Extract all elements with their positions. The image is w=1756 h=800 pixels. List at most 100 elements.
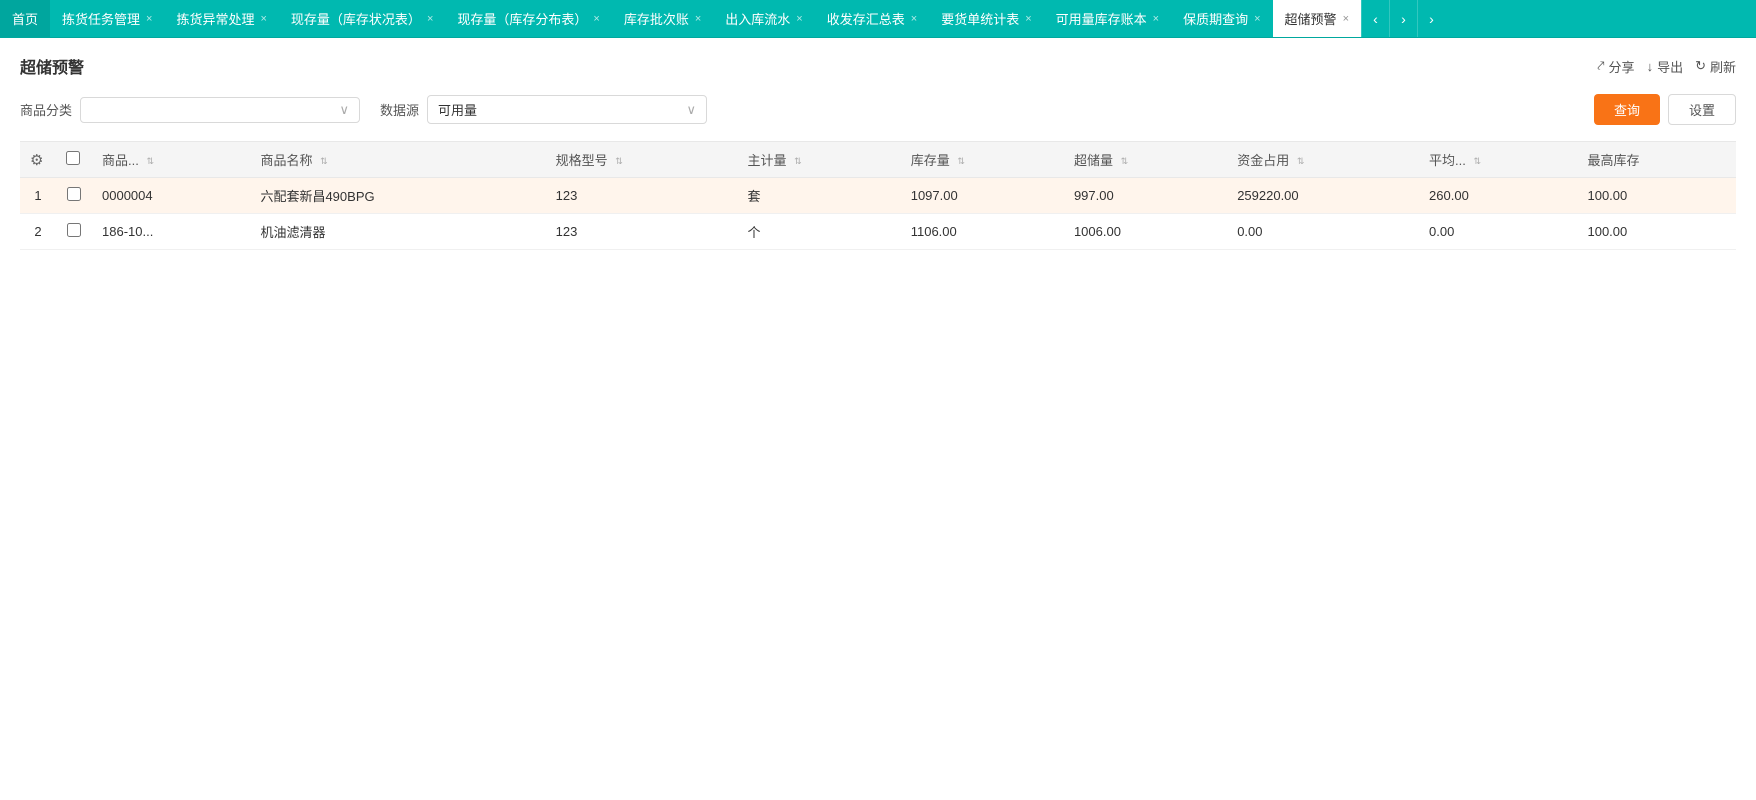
- th-avg-label: 平均...: [1429, 153, 1466, 168]
- nav-abnormal-label: 拣货异常处理: [176, 9, 254, 28]
- th-avg[interactable]: 平均... ⇅: [1419, 142, 1577, 178]
- row-capital-1: 259220.00: [1227, 178, 1419, 214]
- header-actions: ⤤ 分享 ↓ 导出 ↻ 刷新: [1597, 57, 1736, 76]
- nav-abnormal-close[interactable]: ×: [260, 13, 266, 25]
- refresh-icon: ↻: [1695, 58, 1706, 74]
- export-button[interactable]: ↓ 导出: [1647, 57, 1684, 76]
- nav-abnormal[interactable]: 拣货异常处理 ×: [164, 0, 278, 37]
- page-title: 超储预警: [20, 54, 84, 78]
- row-avg-1: 260.00: [1419, 178, 1577, 214]
- page-content: 超储预警 ⤤ 分享 ↓ 导出 ↻ 刷新 商品分类 ∨ 数据源: [0, 38, 1756, 800]
- sort-overstock-icon: ⇅: [1121, 157, 1129, 166]
- th-product-name[interactable]: 商品名称 ⇅: [250, 142, 545, 178]
- nav-collect-summary[interactable]: 收发存汇总表 ×: [815, 0, 929, 37]
- sort-product-code-icon: ⇅: [146, 157, 154, 166]
- page-header: 超储预警 ⤤ 分享 ↓ 导出 ↻ 刷新: [20, 54, 1736, 78]
- nav-arrow-left[interactable]: ‹: [1361, 0, 1389, 37]
- refresh-button[interactable]: ↻ 刷新: [1695, 57, 1736, 76]
- nav-quality-period-label: 保质期查询: [1183, 9, 1248, 28]
- th-spec[interactable]: 规格型号 ⇅: [546, 142, 738, 178]
- nav-order-stats-close[interactable]: ×: [1025, 13, 1031, 25]
- category-select[interactable]: ∨: [80, 97, 360, 123]
- th-stock[interactable]: 库存量 ⇅: [901, 142, 1064, 178]
- nav-task-mgmt[interactable]: 拣货任务管理 ×: [50, 0, 164, 37]
- sort-spec-icon: ⇅: [615, 157, 623, 166]
- nav-task-mgmt-label: 拣货任务管理: [62, 9, 140, 28]
- row-checkbox-input-2[interactable]: [67, 223, 81, 237]
- nav-overstock-warning-close[interactable]: ×: [1343, 13, 1349, 25]
- nav-inventory-dist-close[interactable]: ×: [593, 13, 599, 25]
- nav-inout-flow-label: 出入库流水: [725, 9, 790, 28]
- nav-task-mgmt-close[interactable]: ×: [146, 13, 152, 25]
- row-overstock-1: 997.00: [1064, 178, 1227, 214]
- category-filter-group: 商品分类 ∨: [20, 97, 360, 123]
- nav-arrow-right[interactable]: ›: [1389, 0, 1417, 37]
- nav-batch-label: 库存批次账: [624, 9, 689, 28]
- th-max-stock-label: 最高库存: [1587, 153, 1639, 168]
- filter-area: 商品分类 ∨ 数据源 可用量 ∨ 查询 设置: [20, 94, 1736, 125]
- settings-button[interactable]: 设置: [1668, 94, 1736, 125]
- nav-order-stats-label: 要货单统计表: [941, 9, 1019, 28]
- row-product-name-2: 机油滤清器: [250, 214, 545, 250]
- th-stock-label: 库存量: [911, 153, 950, 168]
- row-overstock-2: 1006.00: [1064, 214, 1227, 250]
- nav-collect-summary-label: 收发存汇总表: [827, 9, 905, 28]
- gear-icon[interactable]: ⚙: [30, 152, 43, 169]
- nav-available-stock-label: 可用量库存账本: [1056, 9, 1147, 28]
- filter-buttons: 查询 设置: [1594, 94, 1736, 125]
- nav-quality-period-close[interactable]: ×: [1254, 13, 1260, 25]
- nav-inventory-dist[interactable]: 现存量（库存分布表） ×: [445, 0, 611, 37]
- nav-home-label: 首页: [12, 9, 38, 28]
- nav-available-stock-close[interactable]: ×: [1153, 13, 1159, 25]
- data-table: ⚙ 商品... ⇅ 商品名称 ⇅ 规格型号 ⇅ 主计量: [20, 141, 1736, 250]
- datasource-select-value: 可用量: [438, 100, 477, 119]
- datasource-select[interactable]: 可用量 ∨: [427, 95, 707, 124]
- th-spec-label: 规格型号: [556, 153, 608, 168]
- nav-home[interactable]: 首页: [0, 0, 50, 37]
- category-label: 商品分类: [20, 100, 72, 119]
- th-unit[interactable]: 主计量 ⇅: [737, 142, 900, 178]
- row-checkbox-input-1[interactable]: [67, 187, 81, 201]
- row-number-2: 2: [20, 214, 56, 250]
- th-product-code[interactable]: 商品... ⇅: [92, 142, 250, 178]
- nav-inventory-status[interactable]: 现存量（库存状况表） ×: [279, 0, 445, 37]
- row-capital-2: 0.00: [1227, 214, 1419, 250]
- export-label: 导出: [1657, 57, 1683, 76]
- sort-avg-icon: ⇅: [1474, 157, 1482, 166]
- row-product-code-1: 0000004: [92, 178, 250, 214]
- nav-quality-period[interactable]: 保质期查询 ×: [1171, 0, 1272, 37]
- row-max-stock-2: 100.00: [1577, 214, 1736, 250]
- th-checkbox: [56, 142, 92, 178]
- select-all-checkbox[interactable]: [66, 151, 80, 165]
- row-product-code-2: 186-10...: [92, 214, 250, 250]
- sort-stock-icon: ⇅: [957, 157, 965, 166]
- th-max-stock[interactable]: 最高库存: [1577, 142, 1736, 178]
- th-product-code-label: 商品...: [102, 153, 139, 168]
- th-overstock[interactable]: 超储量 ⇅: [1064, 142, 1227, 178]
- share-icon: ⤤: [1597, 58, 1604, 74]
- datasource-label: 数据源: [380, 100, 419, 119]
- th-capital[interactable]: 资金占用 ⇅: [1227, 142, 1419, 178]
- datasource-filter-group: 数据源 可用量 ∨: [380, 95, 707, 124]
- category-chevron-icon: ∨: [340, 102, 350, 118]
- nav-batch-close[interactable]: ×: [695, 13, 701, 25]
- query-button[interactable]: 查询: [1594, 94, 1660, 125]
- row-checkbox-2[interactable]: [56, 214, 92, 250]
- datasource-chevron-icon: ∨: [687, 102, 697, 118]
- nav-overstock-warning[interactable]: 超储预警 ×: [1273, 0, 1361, 37]
- row-checkbox-1[interactable]: [56, 178, 92, 214]
- nav-inout-flow[interactable]: 出入库流水 ×: [713, 0, 814, 37]
- nav-inout-flow-close[interactable]: ×: [796, 13, 802, 25]
- nav-available-stock[interactable]: 可用量库存账本 ×: [1044, 0, 1171, 37]
- nav-arrow-more[interactable]: ›: [1417, 0, 1445, 37]
- nav-order-stats[interactable]: 要货单统计表 ×: [929, 0, 1043, 37]
- row-spec-2: 123: [546, 214, 738, 250]
- top-navigation: 首页 拣货任务管理 × 拣货异常处理 × 现存量（库存状况表） × 现存量（库存…: [0, 0, 1756, 38]
- share-button[interactable]: ⤤ 分享: [1597, 57, 1634, 76]
- row-stock-2: 1106.00: [901, 214, 1064, 250]
- nav-collect-summary-close[interactable]: ×: [911, 13, 917, 25]
- row-unit-2: 个: [737, 214, 900, 250]
- sort-unit-icon: ⇅: [794, 157, 802, 166]
- nav-inventory-status-close[interactable]: ×: [427, 13, 433, 25]
- nav-batch[interactable]: 库存批次账 ×: [612, 0, 713, 37]
